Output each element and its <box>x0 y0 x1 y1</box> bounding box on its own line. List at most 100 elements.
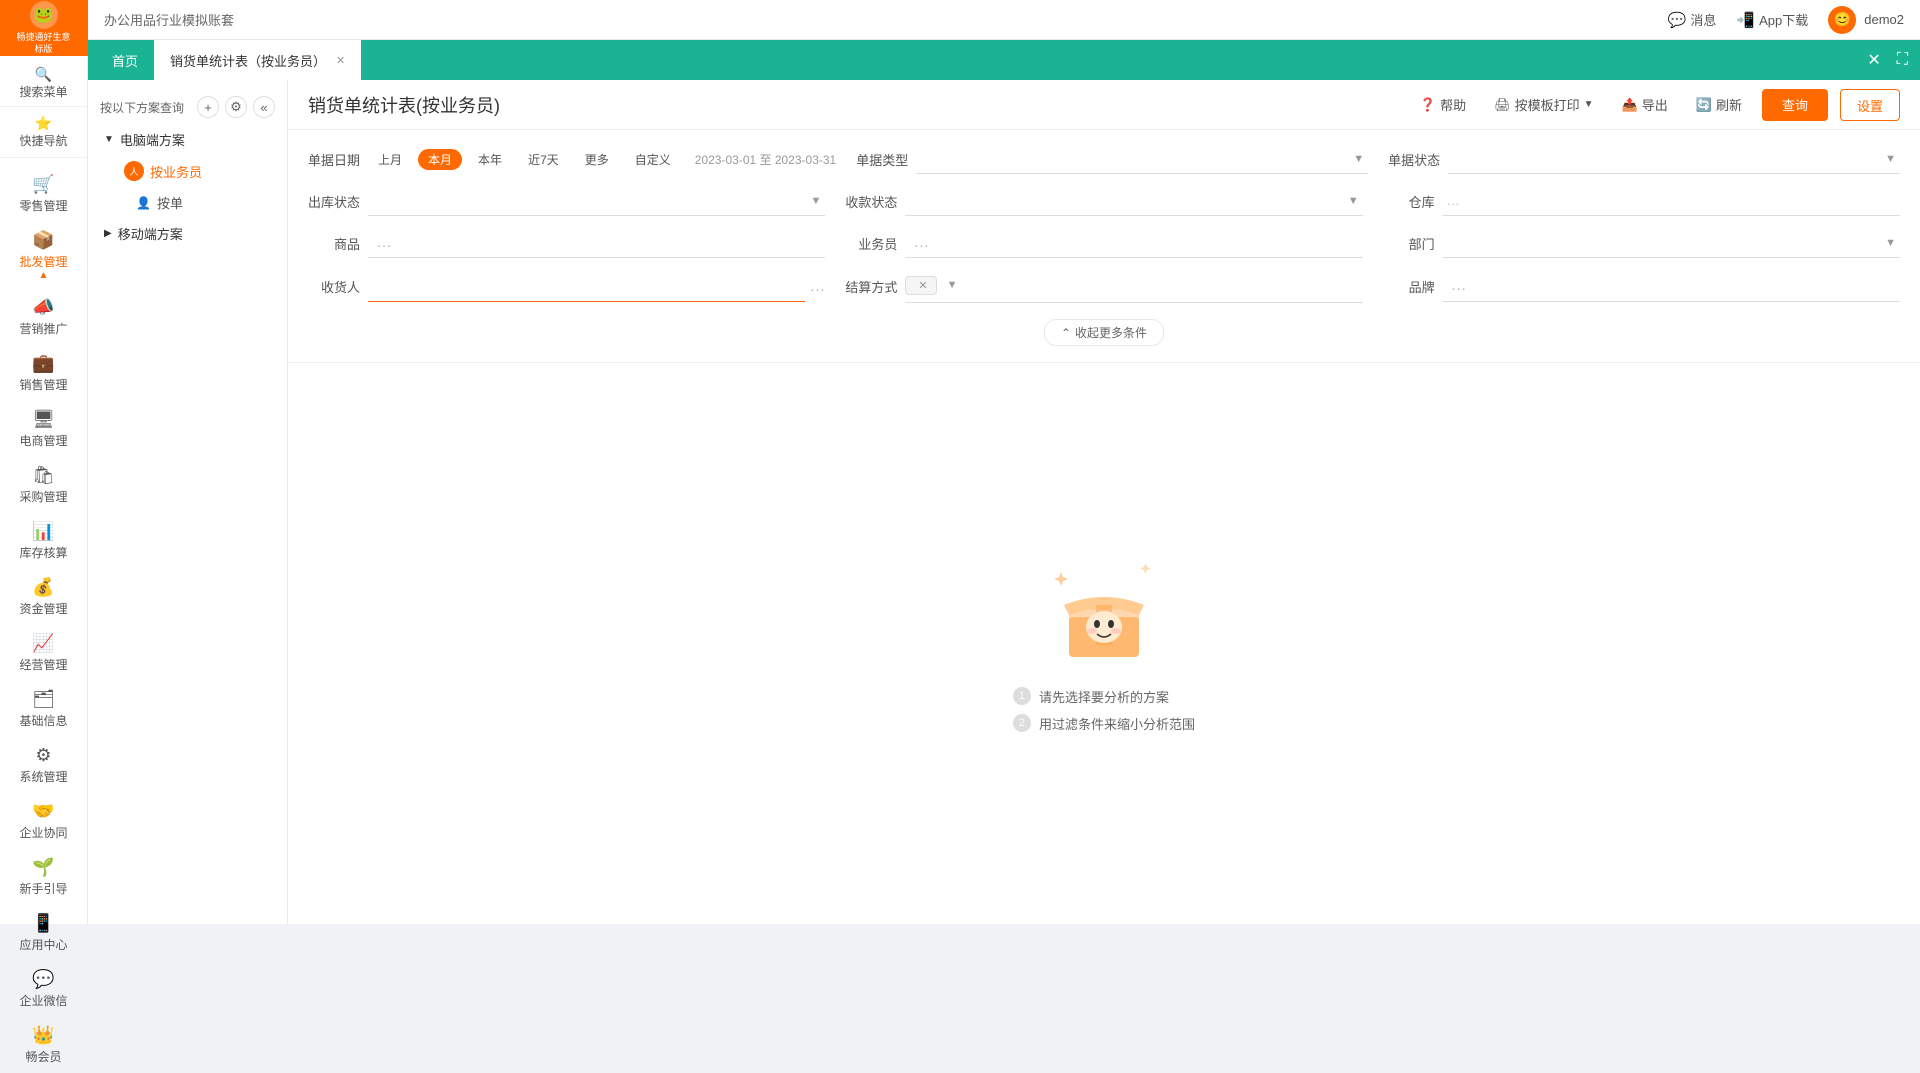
receiver-label: 收货人 <box>308 277 360 296</box>
sidebar-item-finance[interactable]: 💰 资金管理 <box>0 569 88 625</box>
doc-type-select[interactable]: ▼ <box>916 144 1368 174</box>
date-pill-custom[interactable]: 自定义 <box>625 149 681 170</box>
add-plan-btn[interactable]: + <box>197 96 219 118</box>
tab-close-all-btn[interactable]: ✕ <box>1863 46 1884 74</box>
department-label: 部门 <box>1383 234 1435 253</box>
help-btn[interactable]: ❓ 帮助 <box>1412 91 1474 118</box>
app-download-label: App下载 <box>1759 10 1808 29</box>
set-button[interactable]: 设置 <box>1840 89 1900 121</box>
filter-row-2: 出库状态 ▼ 收款状态 ▼ 仓库 <box>308 186 1900 216</box>
payment-status-arrow-icon: ▼ <box>1348 195 1359 207</box>
user-profile-btn[interactable]: 😊 demo2 <box>1828 6 1904 34</box>
page-title: 销货单统计表(按业务员) <box>308 92 500 118</box>
date-pill-this-year[interactable]: 本年 <box>468 149 512 170</box>
department-select[interactable]: ▼ <box>1443 228 1900 258</box>
message-btn[interactable]: 💬 消息 <box>1668 10 1717 29</box>
date-pill-last-7[interactable]: 近7天 <box>518 149 569 170</box>
filter-row-4: 收货人 … 结算方式 ✕ ▼ <box>308 270 1900 303</box>
sidebar-item-sales[interactable]: 💼 销售管理 <box>0 345 88 401</box>
tab-bar: 首页 销货单统计表（按业务员） ✕ ✕ ⛶ <box>88 40 1920 80</box>
goods-label: 商品 <box>308 234 360 253</box>
right-panel: 销货单统计表(按业务员) ❓ 帮助 🖨 按模板打印 ▼ 📤 导出 <box>288 80 1920 924</box>
sidebar-item-enterprise-wechat[interactable]: 💬 企业微信 <box>0 961 88 1017</box>
tab-maximize-btn[interactable]: ⛶ <box>1893 47 1912 73</box>
sidebar-item-app-center[interactable]: 📱 应用中心 <box>0 905 88 961</box>
sidebar-item-retail[interactable]: 🛒 零售管理 <box>0 166 88 222</box>
operations-label: 经营管理 <box>4 656 84 673</box>
brand-select[interactable]: … <box>1443 272 1900 302</box>
salesperson-select[interactable]: … <box>905 228 1362 258</box>
settlement-tag-close-btn[interactable]: ✕ <box>918 279 927 292</box>
app-download-btn[interactable]: 📲 App下载 <box>1736 10 1808 29</box>
purchase-icon: 🛍 <box>4 465 84 486</box>
left-panel-actions: + ⚙ « <box>197 96 275 118</box>
filter-salesperson-item: 业务员 … <box>845 228 1362 258</box>
sidebar-item-member[interactable]: 👑 畅会员 <box>0 1017 88 1073</box>
system-label: 系统管理 <box>4 768 84 785</box>
tree-sub2-by-order[interactable]: 👤 按单 <box>88 187 287 218</box>
warehouse-dots: … <box>1447 193 1460 208</box>
receiver-dots[interactable]: … <box>809 278 825 296</box>
date-pill-last-month[interactable]: 上月 <box>368 149 412 170</box>
top-header: 办公用品行业模拟账套 💬 消息 📲 App下载 😊 demo2 <box>88 0 1920 40</box>
warehouse-select[interactable]: … <box>1443 186 1900 216</box>
edit-plan-btn[interactable]: ⚙ <box>225 96 247 118</box>
tab-close-btn[interactable]: ✕ <box>336 54 345 67</box>
filter-warehouse-item: 仓库 … <box>1383 186 1900 216</box>
filter-settlement-item: 结算方式 ✕ ▼ <box>845 270 1362 303</box>
sales-stat-tab-label: 销货单统计表（按业务员） <box>170 51 326 70</box>
department-arrow-icon: ▼ <box>1885 237 1896 249</box>
tree-item-mobile-label: 移动端方案 <box>118 224 183 243</box>
user-avatar: 😊 <box>1828 6 1856 34</box>
app-center-label: 应用中心 <box>4 936 84 953</box>
ship-status-select[interactable]: ▼ <box>368 186 825 216</box>
refresh-btn[interactable]: 🔄 刷新 <box>1688 91 1750 118</box>
sidebar-item-ecommerce[interactable]: 🖥 电商管理 <box>0 401 88 457</box>
collapse-conditions-btn[interactable]: ⌃ 收起更多条件 <box>1044 319 1164 346</box>
query-button[interactable]: 查询 <box>1762 89 1828 121</box>
tree-subitem-salesperson[interactable]: 人 按业务员 <box>88 155 287 187</box>
sidebar-item-marketing[interactable]: 📣 营销推广 <box>0 289 88 345</box>
sidebar-item-newcomer[interactable]: 🌱 新手引导 <box>0 849 88 905</box>
payment-status-select[interactable]: ▼ <box>905 186 1362 216</box>
tab-bar-right: ✕ ⛶ <box>1863 46 1912 74</box>
sidebar-item-cooperation[interactable]: 🤝 企业协同 <box>0 793 88 849</box>
tree-item-pc-group[interactable]: ▼ 电脑端方案 <box>88 124 287 155</box>
sidebar-search[interactable]: 🔍 搜索菜单 <box>0 56 88 107</box>
sidebar-item-basic[interactable]: 🗂 基础信息 <box>0 681 88 737</box>
sidebar-item-system[interactable]: ⚙ 系统管理 <box>0 737 88 793</box>
system-icon: ⚙ <box>4 745 84 766</box>
user-name: demo2 <box>1864 12 1904 27</box>
filter-doc-status-item: 单据状态 ▼ <box>1388 144 1900 174</box>
sidebar-item-purchase[interactable]: 🛍 采购管理 <box>0 457 88 513</box>
left-panel-title: 按以下方案查询 <box>100 99 184 116</box>
tree-item-mobile-group[interactable]: ▶ 移动端方案 <box>88 218 287 249</box>
date-pill-this-month[interactable]: 本月 <box>418 149 462 170</box>
doc-status-select[interactable]: ▼ <box>1448 144 1900 174</box>
sidebar: 🐸 畅捷通好生意 标版 🔍 搜索菜单 ⭐ 快捷导航 🛒 零售管理 📦 批发管理 … <box>0 0 88 924</box>
collapse-label: 收起更多条件 <box>1075 324 1147 341</box>
sidebar-item-wholesale[interactable]: 📦 批发管理 ▲ <box>0 222 88 289</box>
export-btn[interactable]: 📤 导出 <box>1614 91 1676 118</box>
settlement-select[interactable]: ▼ <box>943 270 962 300</box>
help-icon: ❓ <box>1420 97 1436 113</box>
tab-sales-stat[interactable]: 销货单统计表（按业务员） ✕ <box>154 40 361 80</box>
date-pill-more[interactable]: 更多 <box>575 149 619 170</box>
date-range-text: 2023-03-01 至 2023-03-31 <box>695 151 836 168</box>
goods-select[interactable]: … <box>368 228 825 258</box>
member-icon: 👑 <box>4 1025 84 1046</box>
refresh-label: 刷新 <box>1716 95 1742 114</box>
filter-ship-status-item: 出库状态 ▼ <box>308 186 825 216</box>
tree-arrow-right-icon: ▶ <box>104 228 112 239</box>
basic-label: 基础信息 <box>4 712 84 729</box>
finance-icon: 💰 <box>4 577 84 598</box>
receiver-input[interactable] <box>368 272 805 302</box>
doc-status-arrow-icon: ▼ <box>1885 153 1896 165</box>
tab-home[interactable]: 首页 <box>96 40 154 80</box>
sidebar-quick-nav[interactable]: ⭐ 快捷导航 <box>0 107 88 158</box>
sidebar-item-inventory[interactable]: 📊 库存核算 <box>0 513 88 569</box>
sidebar-item-operations[interactable]: 📈 经营管理 <box>0 625 88 681</box>
collapse-panel-btn[interactable]: « <box>253 96 275 118</box>
print-btn[interactable]: 🖨 按模板打印 ▼ <box>1486 91 1601 118</box>
settlement-arrow-icon: ▼ <box>947 279 958 291</box>
